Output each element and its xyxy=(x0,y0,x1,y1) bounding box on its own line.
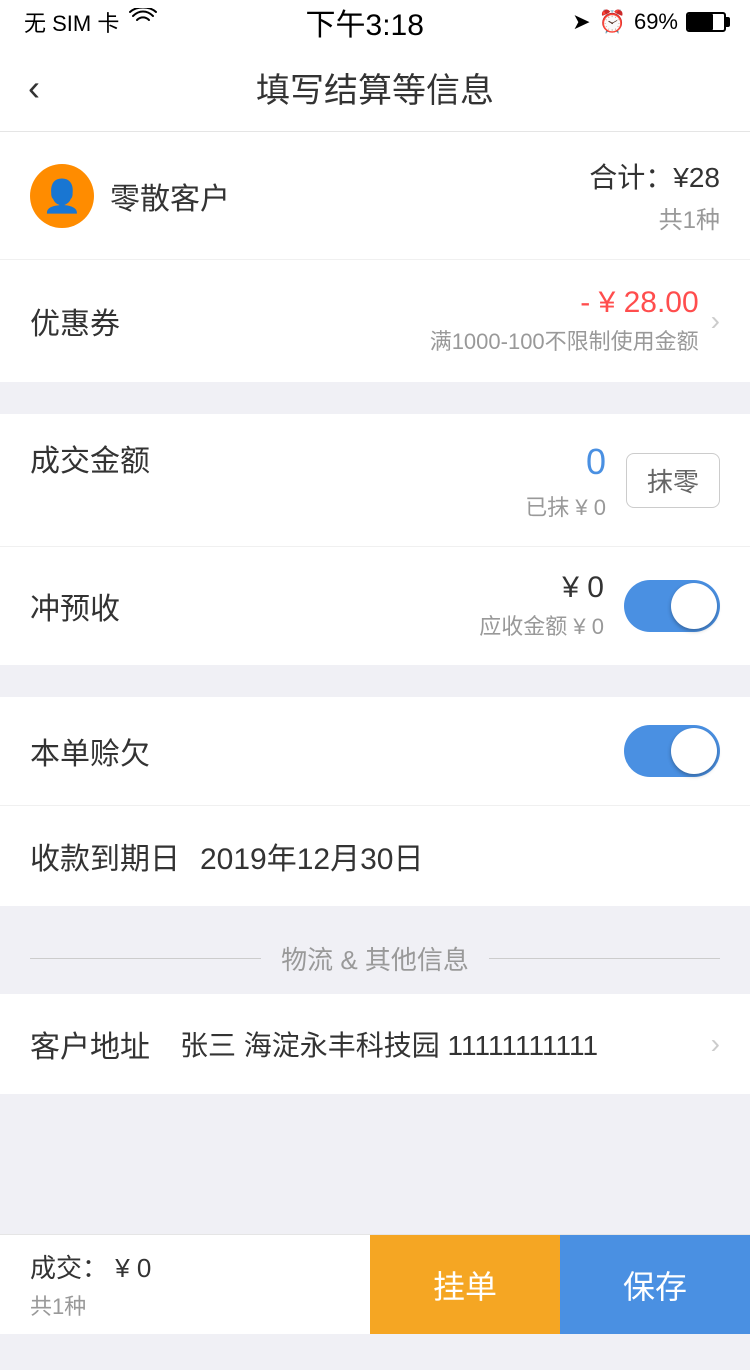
prepay-label: 冲预收 xyxy=(30,584,120,628)
address-section: 客户地址 张三 海淀永丰科技园 11111111111 › xyxy=(0,994,750,1094)
customer-left: 👤 零散客户 xyxy=(30,164,230,228)
duedate-label: 收款到期日 xyxy=(30,834,180,878)
customer-name: 零散客户 xyxy=(110,174,230,218)
prepay-value-group: ¥ 0 应收金额 ¥ 0 xyxy=(479,571,604,641)
customer-total: 合计：¥28 xyxy=(589,156,720,196)
status-time: 下午3:18 xyxy=(306,0,424,44)
debit-toggle-knob xyxy=(671,728,717,774)
coupon-desc: 满1000-100不限制使用金额 xyxy=(430,324,699,356)
logistics-label: 物流 & 其他信息 xyxy=(281,940,469,977)
bottom-count: 共1种 xyxy=(30,1289,340,1321)
customer-section: 👤 零散客户 合计：¥28 共1种 优惠券 - ¥ 28.00 满1000-10… xyxy=(0,132,750,382)
divider-line-left xyxy=(30,958,261,959)
customer-avatar: 👤 xyxy=(30,164,94,228)
prepay-right: ¥ 0 应收金额 ¥ 0 xyxy=(479,571,720,641)
status-left: 无 SIM 卡 xyxy=(24,6,157,38)
alarm-icon: ⏰ xyxy=(599,9,626,35)
transaction-section: 成交金额 0 已抹 ¥ 0 抹零 冲预收 ¥ 0 应收金额 ¥ 0 xyxy=(0,414,750,665)
bottom-info: 成交： ¥ 0 共1种 xyxy=(0,1235,370,1334)
address-row[interactable]: 客户地址 张三 海淀永丰科技园 11111111111 › xyxy=(0,994,750,1094)
bottom-bar: 成交： ¥ 0 共1种 挂单 保存 xyxy=(0,1234,750,1334)
debit-label: 本单赊欠 xyxy=(30,729,150,773)
coupon-chevron-icon: › xyxy=(711,305,720,337)
round-off-button[interactable]: 抹零 xyxy=(626,453,720,508)
transaction-sub: 已抹 ¥ 0 xyxy=(525,490,606,522)
section-divider-2 xyxy=(0,665,750,681)
bottom-transaction: 成交： ¥ 0 xyxy=(30,1248,340,1285)
prepay-row: 冲预收 ¥ 0 应收金额 ¥ 0 xyxy=(0,547,750,665)
coupon-amount: - ¥ 28.00 xyxy=(430,286,699,320)
coupon-value: - ¥ 28.00 满1000-100不限制使用金额 xyxy=(430,286,699,356)
wifi-icon xyxy=(129,8,157,36)
debit-row: 本单赊欠 xyxy=(0,697,750,806)
coupon-label: 优惠券 xyxy=(30,299,120,343)
section-divider-1 xyxy=(0,398,750,414)
logistics-section: 物流 & 其他信息 xyxy=(0,922,750,994)
customer-right: 合计：¥28 共1种 xyxy=(589,156,720,235)
location-icon: ➤ xyxy=(572,9,590,35)
duedate-row: 收款到期日 2019年12月30日 xyxy=(0,806,750,906)
debit-section: 本单赊欠 收款到期日 2019年12月30日 xyxy=(0,697,750,906)
address-label: 客户地址 xyxy=(30,1022,150,1066)
duedate-value: 2019年12月30日 xyxy=(200,834,423,878)
coupon-right: - ¥ 28.00 满1000-100不限制使用金额 › xyxy=(430,286,720,356)
status-bar: 无 SIM 卡 下午3:18 ➤ ⏰ 69% xyxy=(0,0,750,44)
battery-icon xyxy=(686,12,726,32)
prepay-toggle[interactable] xyxy=(624,580,720,632)
bottom-transaction-amount: ¥ 0 xyxy=(115,1253,151,1283)
address-chevron-icon: › xyxy=(711,1028,720,1060)
page-title: 填写结算等信息 xyxy=(256,63,494,112)
customer-count: 共1种 xyxy=(589,200,720,235)
bottom-transaction-label: 成交： xyxy=(30,1253,108,1283)
transaction-right: 0 已抹 ¥ 0 抹零 xyxy=(525,438,720,522)
prepay-sub: 应收金额 ¥ 0 xyxy=(479,609,604,641)
transaction-label: 成交金额 xyxy=(30,438,150,486)
no-sim-label: 无 SIM 卡 xyxy=(24,6,119,38)
divider-line-right xyxy=(489,958,720,959)
avatar-icon: 👤 xyxy=(42,177,82,215)
logistics-divider: 物流 & 其他信息 xyxy=(0,940,750,977)
coupon-row[interactable]: 优惠券 - ¥ 28.00 满1000-100不限制使用金额 › xyxy=(0,259,750,382)
transaction-row: 成交金额 0 已抹 ¥ 0 抹零 xyxy=(0,414,750,547)
prepay-amount: ¥ 0 xyxy=(479,571,604,605)
address-value: 张三 海淀永丰科技园 11111111111 xyxy=(180,1024,711,1064)
transaction-value-group: 0 已抹 ¥ 0 xyxy=(525,438,606,522)
transaction-amount: 0 xyxy=(525,438,606,486)
hold-button[interactable]: 挂单 xyxy=(370,1235,560,1334)
customer-row: 👤 零散客户 合计：¥28 共1种 xyxy=(0,132,750,259)
battery-percentage: 69% xyxy=(634,9,678,35)
status-right: ➤ ⏰ 69% xyxy=(572,9,726,35)
toggle-knob xyxy=(671,583,717,629)
nav-bar: ‹ 填写结算等信息 xyxy=(0,44,750,132)
debit-toggle[interactable] xyxy=(624,725,720,777)
back-button[interactable]: ‹ xyxy=(28,67,40,109)
save-button[interactable]: 保存 xyxy=(560,1235,750,1334)
